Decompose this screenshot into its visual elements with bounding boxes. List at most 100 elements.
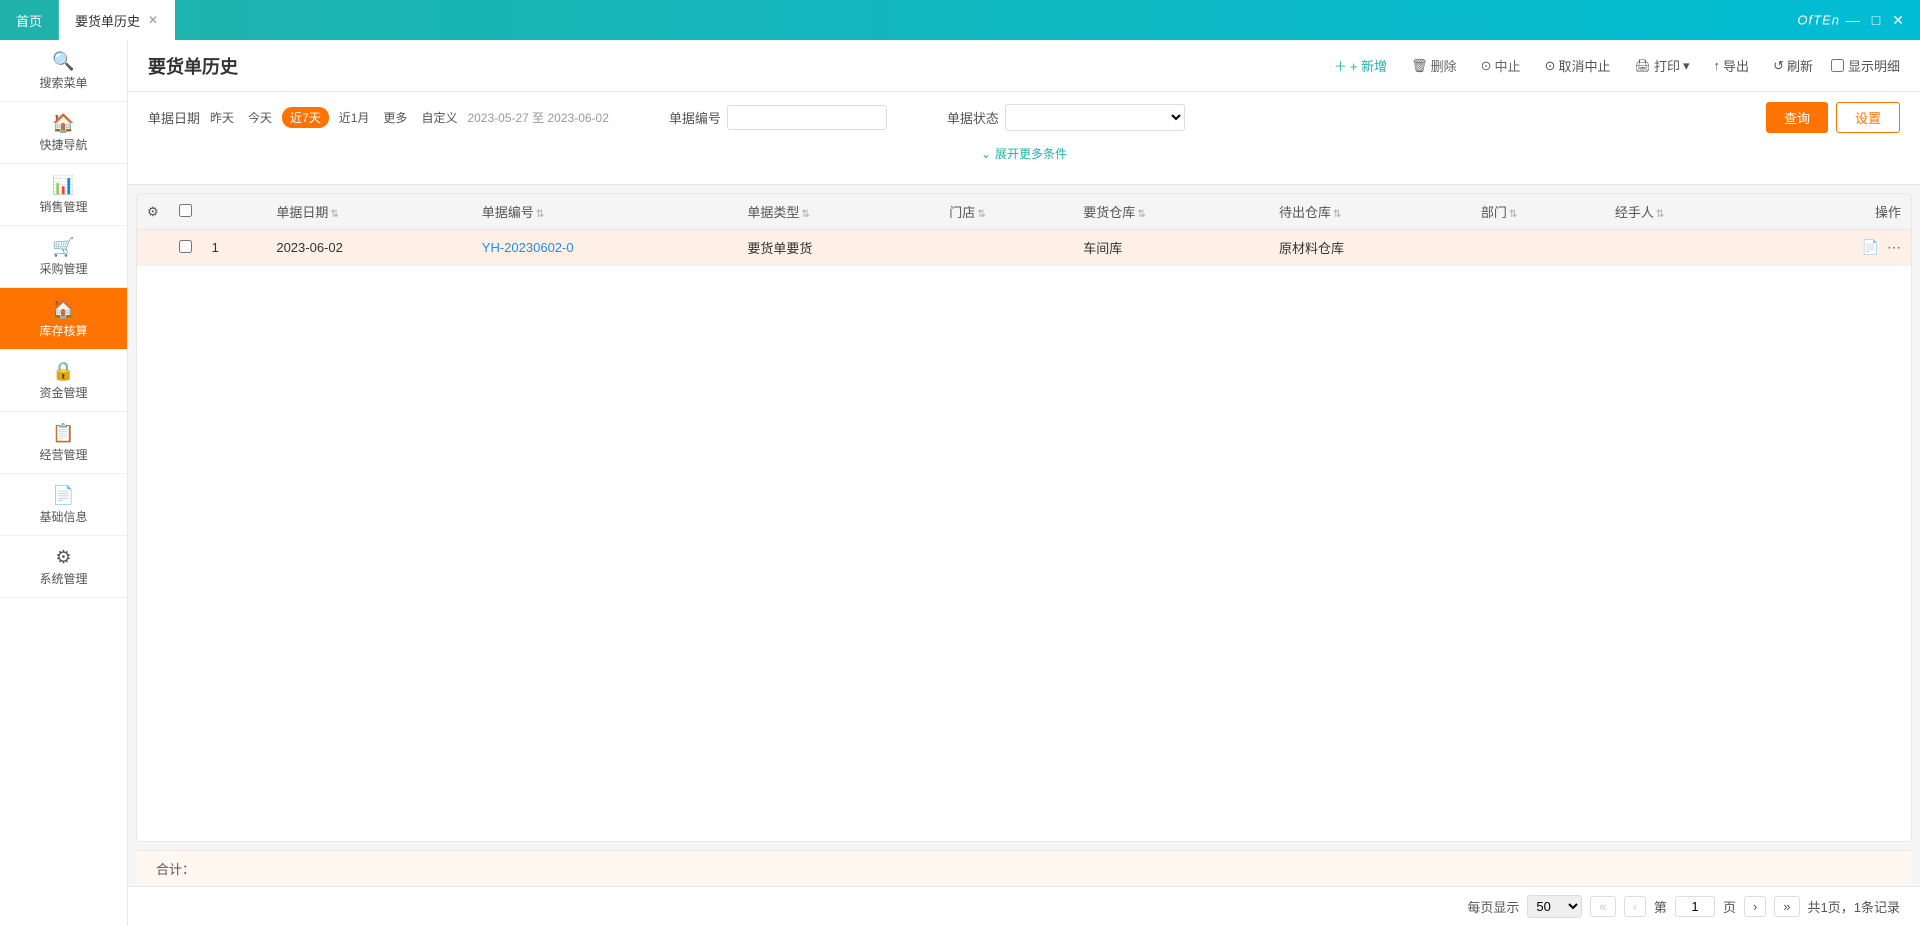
first-page-btn[interactable]: « [1590,896,1615,917]
settings-button[interactable]: 设置 [1836,102,1900,133]
date-opt-yesterday[interactable]: 昨天 [206,107,238,128]
col-settings[interactable]: ⚙ [137,194,169,230]
tab-home[interactable]: 首页 [0,0,59,40]
tab-home-label: 首页 [16,11,42,30]
col-handler[interactable]: 经手人⇅ [1605,194,1770,230]
date-opt-7days[interactable]: 近7天 [282,107,329,128]
orderno-input[interactable] [727,105,887,130]
quick-nav-icon: 🏠 [52,114,74,132]
delete-button[interactable]: 🗑 删除 [1405,52,1463,79]
close-btn[interactable]: ✕ [1892,12,1904,29]
print-dropdown-icon: ▾ [1683,58,1690,74]
query-button[interactable]: 查询 [1766,102,1828,133]
sidebar-item-sales-mgmt-label: 销售管理 [39,198,87,215]
table-row: 1 2023-06-02 YH-20230602-0 要货单要货 车间库 原材料… [137,230,1911,266]
last-page-btn[interactable]: » [1774,896,1799,917]
date-opt-today[interactable]: 今天 [244,107,276,128]
status-filter: 单据状态 [947,104,1185,131]
system-mgmt-icon: ⚙ [55,548,71,566]
row-more-icon[interactable]: ⋯ [1887,239,1901,256]
stop-label: 中止 [1495,56,1521,75]
cancel-stop-button[interactable]: ⊙ 取消中止 [1539,52,1617,79]
orderno-sort-icon: ⇅ [536,209,544,220]
row-dept [1471,230,1605,266]
add-button[interactable]: ＋ + 新增 [1328,52,1393,79]
store-sort-icon: ⇅ [977,209,985,220]
col-checkbox[interactable] [169,194,202,230]
row-checkbox-cell[interactable] [169,230,202,266]
pagination-bar: 每页显示 50 20 100 « ‹ 第 页 › » 共1页，1条记录 [128,886,1920,926]
sidebar-item-search-menu[interactable]: 🔍 搜索菜单 [0,40,127,102]
stop-button[interactable]: ⊙ 中止 [1475,52,1527,79]
refresh-button[interactable]: ↺ 刷新 [1767,52,1819,79]
row-orderno-link[interactable]: YH-20230602-0 [482,240,574,255]
row-ordertype: 要货单要货 [737,230,939,266]
col-action: 操作 [1770,194,1911,230]
cancel-stop-label: 取消中止 [1558,56,1610,75]
sidebar-item-sales-mgmt[interactable]: 📊 销售管理 [0,164,127,226]
per-page-select[interactable]: 50 20 100 [1527,895,1582,918]
delete-icon: 🗑 [1411,58,1428,74]
sidebar-item-finance-mgmt[interactable]: 🔒 资金管理 [0,350,127,412]
col-pendingwarehouse[interactable]: 待出仓库⇅ [1269,194,1471,230]
export-button[interactable]: ↑ 导出 [1708,52,1756,79]
col-date[interactable]: 单据日期⇅ [266,194,471,230]
display-detail-checkbox[interactable] [1831,59,1844,72]
filter-expand-row: ⌄ 展开更多条件 [148,141,1900,166]
tab-order-history[interactable]: 要货单历史 ✕ [59,0,175,40]
row-handler [1605,230,1770,266]
expand-more-btn[interactable]: ⌄ 展开更多条件 [977,141,1071,166]
col-orderno[interactable]: 单据编号⇅ [472,194,738,230]
col-dept[interactable]: 部门⇅ [1471,194,1605,230]
select-all-checkbox[interactable] [179,204,192,217]
sidebar-item-system-mgmt[interactable]: ⚙ 系统管理 [0,536,127,598]
minimize-btn[interactable]: — [1846,12,1860,28]
status-select[interactable] [1005,104,1185,131]
toolbar: ＋ + 新增 🗑 删除 ⊙ 中止 ⊙ 取消中止 [1328,52,1900,79]
next-page-btn[interactable]: › [1744,896,1766,917]
prev-page-btn[interactable]: ‹ [1624,896,1646,917]
date-filter: 单据日期 昨天 今天 近7天 近1月 更多 自定义 2023-05-27 至 2… [148,107,609,128]
finance-mgmt-icon: 🔒 [52,362,74,380]
sidebar-item-inventory[interactable]: 🏠 库存核算 [0,288,127,350]
row-actions: 📄 ⋯ [1770,230,1911,266]
expand-more-icon: ⌄ [981,147,991,161]
col-ordertype[interactable]: 单据类型⇅ [737,194,939,230]
export-icon: ↑ [1714,58,1721,73]
page-label: 第 [1654,897,1667,916]
row-num: 1 [202,230,267,266]
sidebar-item-purchase-mgmt[interactable]: 🛒 采购管理 [0,226,127,288]
content-area: 要货单历史 ＋ + 新增 🗑 删除 ⊙ 中止 ⊙ [128,40,1920,926]
current-page-input[interactable] [1675,896,1715,917]
date-opt-1month[interactable]: 近1月 [335,107,374,128]
display-detail-toggle[interactable]: 显示明细 [1831,56,1900,75]
sidebar-item-quick-nav[interactable]: 🏠 快捷导航 [0,102,127,164]
col-reqwarehouse[interactable]: 要货仓库⇅ [1073,194,1269,230]
row-edit-icon[interactable]: 📄 [1862,239,1879,256]
print-button[interactable]: 🖨 打印 ▾ [1628,52,1695,79]
col-store[interactable]: 门店⇅ [939,194,1073,230]
purchase-mgmt-icon: 🛒 [52,238,74,256]
dept-sort-icon: ⇅ [1509,209,1517,220]
row-orderno[interactable]: YH-20230602-0 [472,230,738,266]
maximize-btn[interactable]: □ [1872,12,1880,28]
add-icon: ＋ [1334,56,1347,75]
export-label: 导出 [1723,56,1749,75]
col-rownum [202,194,267,230]
filter-actions: 查询 设置 [1766,102,1900,133]
table-header: ⚙ 单据日期⇅ 单据编号⇅ 单据类型⇅ 门店⇅ 要货仓库⇅ 待出仓库⇅ 部门⇅ … [137,194,1911,230]
inventory-icon: 🏠 [52,300,74,318]
row-checkbox[interactable] [179,240,192,253]
date-opt-custom[interactable]: 自定义 [417,107,461,128]
tab-close-icon[interactable]: ✕ [148,13,158,27]
page-header: 要货单历史 ＋ + 新增 🗑 删除 ⊙ 中止 ⊙ [128,40,1920,92]
summary-label: 合计： [156,862,195,877]
orderno-filter: 单据编号 [669,105,887,130]
sidebar-item-quick-nav-label: 快捷导航 [39,136,87,153]
ordertype-sort-icon: ⇅ [801,209,809,220]
sidebar-item-basic-info[interactable]: 📄 基础信息 [0,474,127,536]
window-controls: — □ ✕ [1846,12,1920,29]
sidebar-item-operations-mgmt[interactable]: 📋 经营管理 [0,412,127,474]
date-opt-more[interactable]: 更多 [379,107,411,128]
page-title-row: 要货单历史 ＋ + 新增 🗑 删除 ⊙ 中止 ⊙ [148,52,1900,79]
